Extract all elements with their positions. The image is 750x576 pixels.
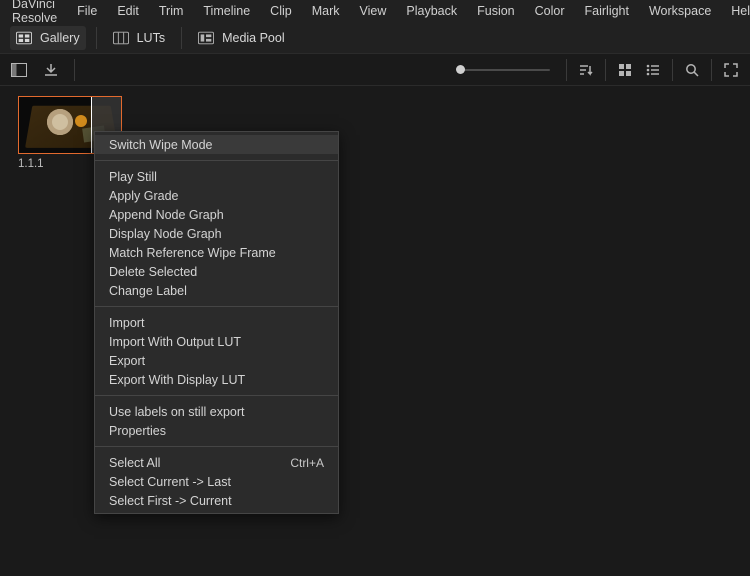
menu-clip[interactable]: Clip xyxy=(260,1,302,21)
cm-change-label[interactable]: Change Label xyxy=(95,281,338,300)
thumbnail-view-button[interactable] xyxy=(612,57,638,83)
menu-edit[interactable]: Edit xyxy=(107,1,149,21)
cm-export[interactable]: Export xyxy=(95,351,338,370)
menu-timeline[interactable]: Timeline xyxy=(193,1,260,21)
menu-separator xyxy=(95,160,338,161)
panel-mediapool-button[interactable]: Media Pool xyxy=(192,26,291,50)
cm-delete-selected[interactable]: Delete Selected xyxy=(95,262,338,281)
toolbar-divider xyxy=(96,27,97,49)
cm-select-all-shortcut: Ctrl+A xyxy=(290,456,324,470)
gallery-panel: 1.1.1 Switch Wipe Mode Play Still Apply … xyxy=(0,86,750,576)
menu-help[interactable]: Help xyxy=(721,1,750,21)
panel-luts-button[interactable]: LUTs xyxy=(107,26,171,50)
toolbar-divider xyxy=(605,59,606,81)
thumbnail-content xyxy=(75,115,87,127)
menu-file[interactable]: File xyxy=(67,1,107,21)
luts-icon xyxy=(113,30,129,46)
cm-import-output-lut[interactable]: Import With Output LUT xyxy=(95,332,338,351)
gallery-icon xyxy=(16,30,32,46)
thumbnail-size-slider[interactable] xyxy=(458,69,550,71)
cm-display-node-graph[interactable]: Display Node Graph xyxy=(95,224,338,243)
menu-color[interactable]: Color xyxy=(525,1,575,21)
thumbnail-content xyxy=(47,109,73,135)
panel-mediapool-label: Media Pool xyxy=(222,31,285,45)
menu-workspace[interactable]: Workspace xyxy=(639,1,721,21)
slider-thumb[interactable] xyxy=(456,65,465,74)
menu-fusion[interactable]: Fusion xyxy=(467,1,525,21)
panel-gallery-button[interactable]: Gallery xyxy=(10,26,86,50)
grab-still-button[interactable] xyxy=(38,57,64,83)
menu-playback[interactable]: Playback xyxy=(396,1,467,21)
expand-button[interactable] xyxy=(718,57,744,83)
cm-select-all[interactable]: Select All Ctrl+A xyxy=(95,453,338,472)
cm-play-still[interactable]: Play Still xyxy=(95,167,338,186)
cm-apply-grade[interactable]: Apply Grade xyxy=(95,186,338,205)
toolbar-divider xyxy=(181,27,182,49)
list-view-button[interactable] xyxy=(640,57,666,83)
cm-select-current-last[interactable]: Select Current -> Last xyxy=(95,472,338,491)
menu-separator xyxy=(95,446,338,447)
menu-mark[interactable]: Mark xyxy=(302,1,350,21)
sort-button[interactable] xyxy=(573,57,599,83)
toolbar-divider xyxy=(711,59,712,81)
cm-use-labels-on-export[interactable]: Use labels on still export xyxy=(95,402,338,421)
main-menu-bar: DaVinci Resolve File Edit Trim Timeline … xyxy=(0,0,750,22)
cm-append-node-graph[interactable]: Append Node Graph xyxy=(95,205,338,224)
mediapool-icon xyxy=(198,30,214,46)
cm-import[interactable]: Import xyxy=(95,313,338,332)
menu-separator xyxy=(95,306,338,307)
slider-track xyxy=(458,69,550,71)
menu-separator xyxy=(95,395,338,396)
cm-select-first-current[interactable]: Select First -> Current xyxy=(95,491,338,510)
gallery-context-menu: Switch Wipe Mode Play Still Apply Grade … xyxy=(94,131,339,514)
panel-gallery-label: Gallery xyxy=(40,31,80,45)
menu-trim[interactable]: Trim xyxy=(149,1,194,21)
toolbar-divider xyxy=(566,59,567,81)
menu-fairlight[interactable]: Fairlight xyxy=(575,1,639,21)
menu-app[interactable]: DaVinci Resolve xyxy=(6,0,67,28)
cm-select-all-label: Select All xyxy=(109,456,160,470)
toolbar-divider xyxy=(74,59,75,81)
search-button[interactable] xyxy=(679,57,705,83)
gallery-sub-toolbar xyxy=(0,54,750,86)
still-albums-toggle-button[interactable] xyxy=(6,57,32,83)
cm-switch-wipe-mode[interactable]: Switch Wipe Mode xyxy=(95,135,338,154)
cm-match-reference-wipe[interactable]: Match Reference Wipe Frame xyxy=(95,243,338,262)
cm-export-display-lut[interactable]: Export With Display LUT xyxy=(95,370,338,389)
toolbar-divider xyxy=(672,59,673,81)
panel-toolbar: Gallery LUTs Media Pool xyxy=(0,22,750,54)
menu-view[interactable]: View xyxy=(350,1,397,21)
thumbnail-wipe-line xyxy=(91,97,92,153)
cm-properties[interactable]: Properties xyxy=(95,421,338,440)
panel-luts-label: LUTs xyxy=(137,31,165,45)
